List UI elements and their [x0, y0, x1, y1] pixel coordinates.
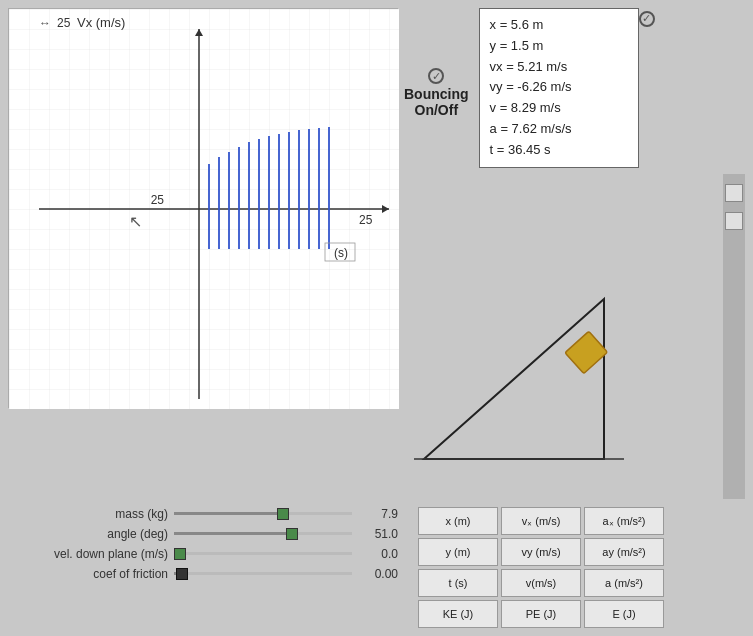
slider-row-vel: vel. down plane (m/s) 0.0 [8, 547, 398, 561]
data-btn-ax[interactable]: aₓ (m/s²) [584, 507, 664, 535]
info-y: y = 1.5 m [490, 36, 628, 57]
slider-track-mass[interactable] [174, 507, 352, 521]
svg-text:25: 25 [57, 16, 71, 30]
svg-text:(s): (s) [334, 246, 348, 260]
bouncing-checkbox[interactable] [428, 68, 444, 84]
slider-value-angle: 51.0 [358, 527, 398, 541]
bouncing-check-icon[interactable] [428, 68, 444, 84]
bouncing-label: Bouncing On/Off [404, 68, 469, 118]
data-btn-x[interactable]: x (m) [418, 507, 498, 535]
bottom-section: mass (kg) 7.9 angle (deg) 51.0 [8, 507, 745, 628]
slider-track-coef[interactable] [174, 567, 352, 581]
slider-bg-coef [174, 572, 352, 575]
data-btn-a[interactable]: a (m/s²) [584, 569, 664, 597]
data-table: x (m) vₓ (m/s) aₓ (m/s²) y (m) vy (m/s) … [418, 507, 664, 628]
slider-label-vel: vel. down plane (m/s) [8, 547, 168, 561]
data-btn-ke[interactable]: KE (J) [418, 600, 498, 628]
info-and-bouncing: Bouncing On/Off x = 5.6 m y = 1.5 m vx =… [404, 8, 745, 168]
data-btn-e[interactable]: E (J) [584, 600, 664, 628]
info-vx: vx = 5.21 m/s [490, 57, 628, 78]
ramp-area [404, 174, 745, 499]
svg-text:↖: ↖ [129, 213, 142, 230]
sidebar-btn-1[interactable] [725, 184, 743, 202]
bouncing-text-line2: On/Off [415, 102, 459, 118]
info-check-icon[interactable] [649, 10, 655, 27]
info-a: a = 7.62 m/s/s [490, 119, 628, 140]
right-sidebar [723, 174, 745, 499]
info-x: x = 5.6 m [490, 15, 628, 36]
top-section: 25 25 (s) ↔ 25 Vx (m/s) ↖ [8, 8, 745, 499]
info-t: t = 36.45 s [490, 140, 628, 161]
slider-label-mass: mass (kg) [8, 507, 168, 521]
slider-track-angle[interactable] [174, 527, 352, 541]
info-vy: vy = -6.26 m/s [490, 77, 628, 98]
slider-row-mass: mass (kg) 7.9 [8, 507, 398, 521]
slider-fill-mass [174, 512, 281, 515]
main-container: 25 25 (s) ↔ 25 Vx (m/s) ↖ [0, 0, 753, 636]
svg-rect-29 [565, 331, 608, 373]
sliders-section: mass (kg) 7.9 angle (deg) 51.0 [8, 507, 398, 628]
data-btn-vy[interactable]: vy (m/s) [501, 538, 581, 566]
slider-track-vel[interactable] [174, 547, 352, 561]
slider-thumb-vel[interactable] [174, 548, 186, 560]
slider-value-mass: 7.9 [358, 507, 398, 521]
svg-text:25: 25 [359, 213, 373, 227]
data-btn-y[interactable]: y (m) [418, 538, 498, 566]
slider-thumb-mass[interactable] [277, 508, 289, 520]
slider-label-coef: coef of friction [8, 567, 168, 581]
data-btn-vx[interactable]: vₓ (m/s) [501, 507, 581, 535]
data-btn-t[interactable]: t (s) [418, 569, 498, 597]
sidebar-btn-2[interactable] [725, 212, 743, 230]
ramp-svg [404, 269, 704, 489]
graph-area: 25 25 (s) ↔ 25 Vx (m/s) ↖ [8, 8, 398, 408]
slider-thumb-angle[interactable] [286, 528, 298, 540]
svg-text:↔: ↔ [39, 16, 51, 30]
slider-row-angle: angle (deg) 51.0 [8, 527, 398, 541]
graph-svg: 25 25 (s) ↔ 25 Vx (m/s) ↖ [9, 9, 399, 409]
slider-thumb-coef[interactable] [176, 568, 188, 580]
slider-fill-angle [174, 532, 290, 535]
data-btn-v[interactable]: v(m/s) [501, 569, 581, 597]
data-btn-ay[interactable]: ay (m/s²) [584, 538, 664, 566]
slider-bg-vel [174, 552, 352, 555]
info-v: v = 8.29 m/s [490, 98, 628, 119]
slider-value-coef: 0.00 [358, 567, 398, 581]
svg-text:Vx (m/s): Vx (m/s) [77, 15, 125, 30]
info-box: x = 5.6 m y = 1.5 m vx = 5.21 m/s vy = -… [479, 8, 639, 168]
slider-value-vel: 0.0 [358, 547, 398, 561]
svg-marker-27 [424, 299, 604, 459]
slider-label-angle: angle (deg) [8, 527, 168, 541]
slider-row-coef: coef of friction 0.00 [8, 567, 398, 581]
svg-text:25: 25 [151, 193, 165, 207]
bouncing-text-line1: Bouncing [404, 86, 469, 102]
data-btn-pe[interactable]: PE (J) [501, 600, 581, 628]
right-section: Bouncing On/Off x = 5.6 m y = 1.5 m vx =… [404, 8, 745, 499]
